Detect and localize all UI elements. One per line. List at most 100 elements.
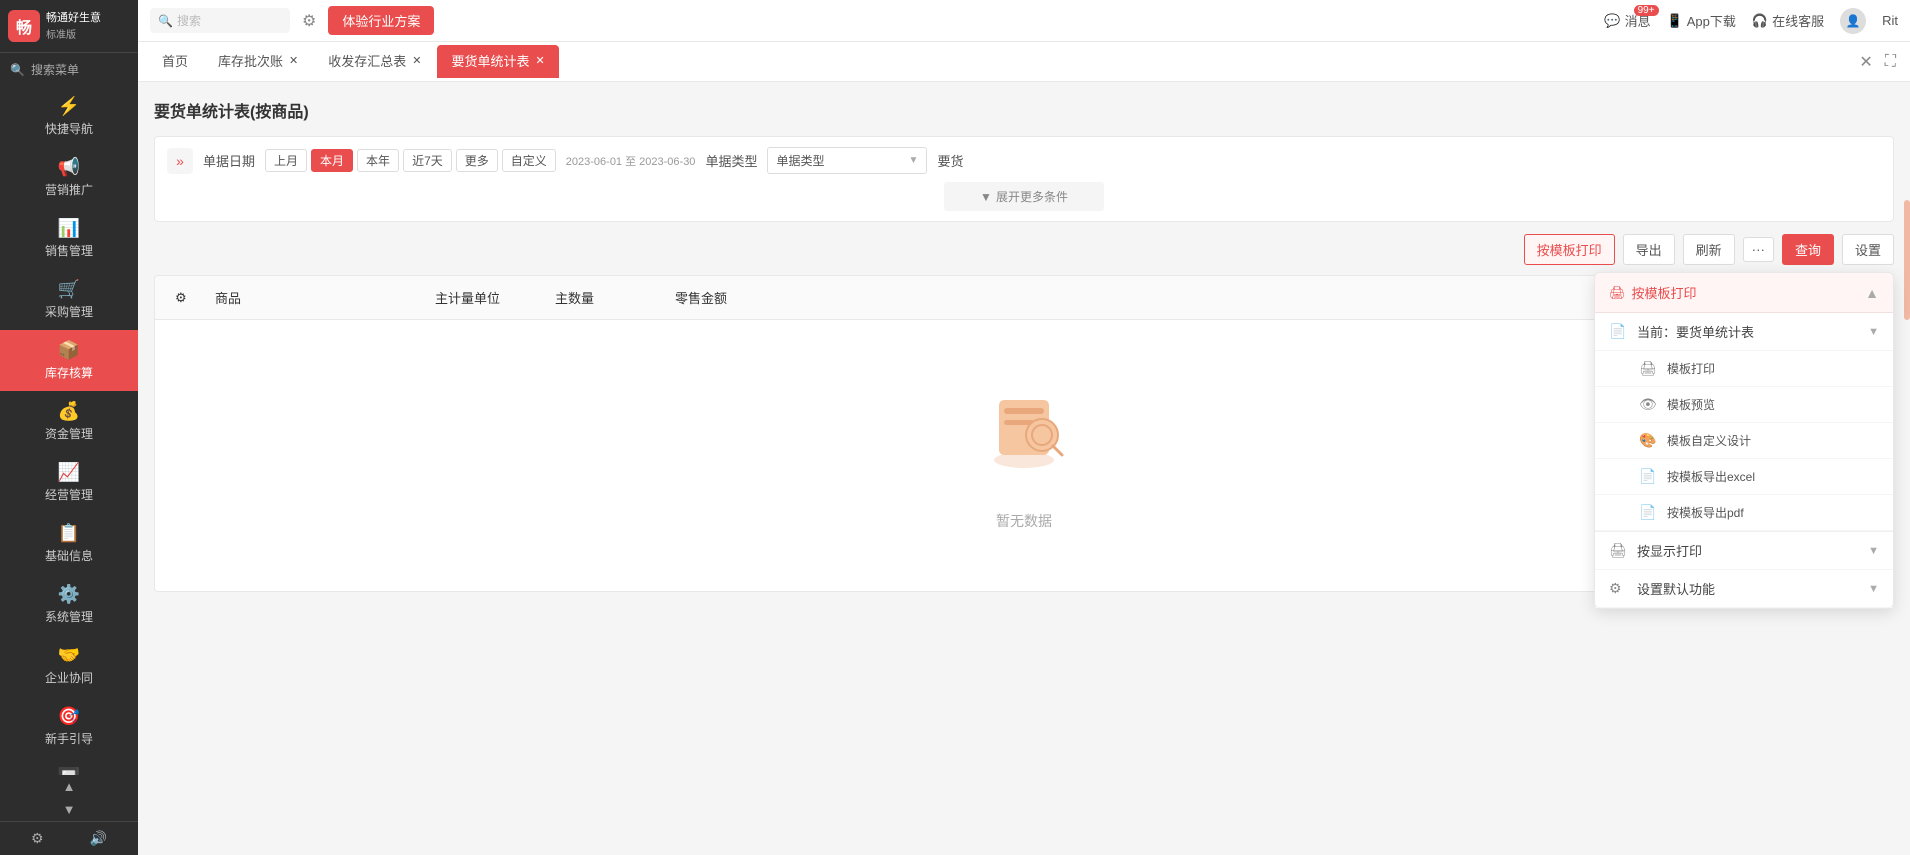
sidebar-item-label: 系统管理 — [45, 608, 93, 625]
sidebar-item-finance[interactable]: 💰 资金管理 — [0, 391, 138, 452]
trial-button[interactable]: 体验行业方案 — [328, 6, 434, 35]
print-dropdown-close[interactable]: ▲ — [1865, 285, 1879, 301]
logo-area: 畅 畅通好生意 标准版 — [0, 0, 138, 53]
date-btn-this-year[interactable]: 本年 — [357, 149, 399, 172]
tab-order-stats-close[interactable]: ✕ — [536, 54, 545, 67]
expand-icon: ▼ — [980, 190, 992, 204]
display-print-icon: 🖨 — [1609, 542, 1627, 559]
sidebar-item-label: 企业协同 — [45, 669, 93, 686]
sidebar-item-label: 营销推广 — [45, 181, 93, 198]
sidebar-item-apps[interactable]: 🔲 应用中心 — [0, 757, 138, 775]
sidebar-item-label: 经营管理 — [45, 486, 93, 503]
empty-text: 暂无数据 — [996, 511, 1052, 531]
sidebar-item-sales[interactable]: 📊 销售管理 — [0, 208, 138, 269]
sales-icon: 📊 — [58, 218, 80, 239]
filter-bar: » 单据日期 上月 本月 本年 近7天 更多 自定义 2023-06-01 至 … — [154, 136, 1894, 222]
tab-batch-label: 库存批次账 — [218, 51, 283, 70]
sidebar-item-inventory[interactable]: 📦 库存核算 — [0, 330, 138, 391]
topbar-gear-icon[interactable]: ⚙ — [298, 11, 320, 31]
footer-settings-icon[interactable]: ⚙ — [31, 830, 44, 847]
date-btn-last-month[interactable]: 上月 — [265, 149, 307, 172]
refresh-button[interactable]: 刷新 — [1683, 234, 1735, 265]
topbar: 🔍 搜索 ⚙ 体验行业方案 💬 消息 99+ 📱 App下载 🎧 在线客服 👤 … — [138, 0, 1910, 42]
tab-batch-close[interactable]: ✕ — [289, 54, 298, 67]
template-preview-item[interactable]: 👁 模板预览 — [1595, 387, 1893, 423]
tab-home[interactable]: 首页 — [148, 45, 202, 78]
sidebar-scroll-up[interactable]: ▲ — [0, 775, 138, 798]
sidebar-scroll-down[interactable]: ▼ — [0, 798, 138, 821]
online-service-item[interactable]: 🎧 在线客服 — [1752, 11, 1824, 30]
date-btn-more[interactable]: 更多 — [456, 149, 498, 172]
finance-icon: 💰 — [58, 401, 80, 422]
date-btn-this-month[interactable]: 本月 — [311, 149, 353, 172]
headset-icon: 🎧 — [1752, 13, 1768, 29]
export-pdf-item[interactable]: 📄 按模板导出pdf — [1595, 495, 1893, 531]
print-button[interactable]: 按模板打印 — [1524, 234, 1615, 265]
expand-more-button[interactable]: ▼ 展开更多条件 — [944, 182, 1104, 211]
sidebar-item-enterprise[interactable]: 🤝 企业协同 — [0, 635, 138, 696]
export-button[interactable]: 导出 — [1623, 234, 1675, 265]
app-download-label: App下载 — [1687, 11, 1736, 30]
avatar[interactable]: 👤 — [1840, 8, 1866, 34]
basic-icon: 📋 — [58, 523, 80, 544]
date-btn-7days[interactable]: 近7天 — [403, 149, 452, 172]
topbar-search-icon: 🔍 — [158, 14, 173, 28]
sidebar-item-quicknav[interactable]: ⚡ 快捷导航 — [0, 86, 138, 147]
message-item[interactable]: 💬 消息 99+ — [1604, 11, 1650, 30]
order-type-select[interactable]: 单据类型 ▼ — [767, 147, 927, 174]
more-options-button[interactable]: ··· — [1743, 237, 1774, 262]
export-pdf-label: 按模板导出pdf — [1667, 504, 1744, 521]
message-badge: 99+ — [1634, 5, 1659, 16]
current-template-item[interactable]: 📄 当前：要货单统计表 ▼ — [1595, 313, 1893, 351]
tab-order-stats-label: 要货单统计表 — [451, 51, 529, 70]
template-print-item[interactable]: 🖨 模板打印 — [1595, 351, 1893, 387]
app-download-icon: 📱 — [1667, 13, 1683, 29]
message-icon: 💬 — [1604, 13, 1620, 29]
date-btn-custom[interactable]: 自定义 — [502, 149, 556, 172]
settings-button[interactable]: 设置 — [1842, 234, 1894, 265]
sidebar-item-basic[interactable]: 📋 基础信息 — [0, 513, 138, 574]
tab-home-label: 首页 — [162, 51, 188, 70]
sidebar-search[interactable]: 🔍 搜索菜单 — [0, 53, 138, 86]
th-settings[interactable]: ⚙ — [167, 286, 207, 310]
filter-expand-icon[interactable]: » — [167, 148, 193, 174]
default-settings-item[interactable]: ⚙ 设置默认功能 ▼ — [1595, 570, 1893, 608]
template-design-item[interactable]: 🎨 模板自定义设计 — [1595, 423, 1893, 459]
print-dropdown: 🖨 按模板打印 ▲ 📄 当前：要货单统计表 ▼ 🖨 模板打印 👁 模板预览 — [1594, 272, 1894, 609]
export-excel-item[interactable]: 📄 按模板导出excel — [1595, 459, 1893, 495]
app-name: 畅通好生意 — [46, 11, 101, 26]
template-design-label: 模板自定义设计 — [1667, 432, 1751, 449]
tab-summary-close[interactable]: ✕ — [412, 54, 421, 67]
default-settings-label: 设置默认功能 — [1637, 579, 1715, 598]
tab-order-stats[interactable]: 要货单统计表 ✕ — [437, 45, 558, 78]
printer-icon: 🖨 — [1609, 285, 1626, 301]
sidebar-item-system[interactable]: ⚙️ 系统管理 — [0, 574, 138, 635]
content-area: 要货单统计表(按商品) » 单据日期 上月 本月 本年 近7天 更多 自定义 2… — [138, 82, 1910, 855]
select-arrow-icon: ▼ — [909, 155, 919, 166]
logo-icon: 畅 — [8, 10, 40, 42]
sidebar-item-marketing[interactable]: 📢 营销推广 — [0, 147, 138, 208]
footer-sound-icon[interactable]: 🔊 — [90, 830, 107, 847]
date-range: 2023-06-01 至 2023-06-30 — [566, 153, 696, 169]
template-print-label: 模板打印 — [1667, 360, 1715, 377]
user-name[interactable]: Rit — [1882, 13, 1898, 28]
template-preview-icon: 👁 — [1639, 396, 1657, 413]
empty-icon — [974, 380, 1074, 499]
purchase-icon: 🛒 — [58, 279, 80, 300]
app-download-item[interactable]: 📱 App下载 — [1667, 11, 1736, 30]
sidebar-item-operation[interactable]: 📈 经营管理 — [0, 452, 138, 513]
scrollbar-indicator[interactable] — [1904, 200, 1910, 320]
query-button[interactable]: 查询 — [1782, 234, 1834, 265]
tab-batch[interactable]: 库存批次账 ✕ — [204, 45, 312, 78]
tab-close-current-button[interactable]: ✕ — [1855, 50, 1876, 74]
sidebar-item-purchase[interactable]: 🛒 采购管理 — [0, 269, 138, 330]
current-template-arrow: ▼ — [1868, 326, 1879, 338]
tab-summary[interactable]: 收发存汇总表 ✕ — [314, 45, 435, 78]
sidebar-item-label: 采购管理 — [45, 303, 93, 320]
print-title-label: 按模板打印 — [1632, 283, 1697, 302]
th-product: 商品 — [207, 284, 427, 311]
display-print-item[interactable]: 🖨 按显示打印 ▼ — [1595, 532, 1893, 570]
tab-maximize-button[interactable]: ⛶ — [1881, 51, 1900, 73]
topbar-search[interactable]: 🔍 搜索 — [150, 8, 290, 33]
sidebar-item-guide[interactable]: 🎯 新手引导 — [0, 696, 138, 757]
